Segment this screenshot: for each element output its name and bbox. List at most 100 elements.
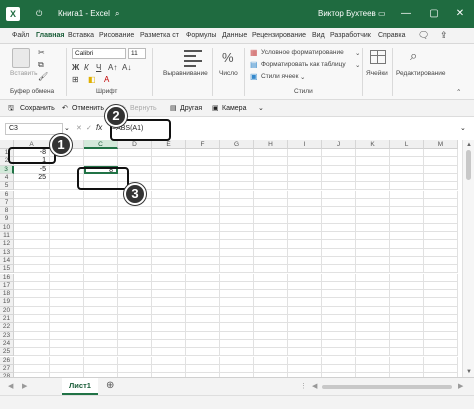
cell-m26[interactable] — [424, 356, 458, 365]
cell-l25[interactable] — [390, 348, 424, 357]
cell-b25[interactable] — [50, 348, 84, 357]
cell-m21[interactable] — [424, 315, 458, 324]
cell-e7[interactable] — [152, 198, 186, 208]
cell-l20[interactable] — [390, 306, 424, 315]
cell-l24[interactable] — [390, 339, 424, 349]
cell-c27[interactable] — [84, 364, 118, 374]
cell-k11[interactable] — [356, 232, 390, 241]
cell-c26[interactable] — [84, 356, 118, 365]
cell-a3[interactable]: -5 — [14, 165, 50, 174]
collapse-ribbon-icon[interactable]: ⌃ — [456, 88, 461, 96]
cell-d19[interactable] — [118, 298, 152, 307]
cell-a24[interactable] — [14, 339, 50, 349]
cell-l9[interactable] — [390, 215, 424, 224]
cell-a25[interactable] — [14, 348, 50, 357]
cell-b20[interactable] — [50, 306, 84, 315]
format-painter-icon[interactable]: 🖌 — [38, 72, 48, 81]
cell-h7[interactable] — [254, 198, 288, 208]
cell-j11[interactable] — [322, 232, 356, 241]
autosave-toggle-icon[interactable]: ⏻ — [36, 7, 42, 21]
cell-f1[interactable] — [186, 149, 220, 158]
cell-h3[interactable] — [254, 165, 288, 174]
cell-j1[interactable] — [322, 149, 356, 158]
cell-b11[interactable] — [50, 232, 84, 241]
cell-c19[interactable] — [84, 298, 118, 307]
cell-d12[interactable] — [118, 240, 152, 249]
cell-g18[interactable] — [220, 290, 254, 299]
cancel-icon[interactable]: ✕ — [76, 124, 82, 132]
cell-g1[interactable] — [220, 149, 254, 158]
cell-i24[interactable] — [288, 339, 322, 349]
cell-b23[interactable] — [50, 331, 84, 340]
cell-m24[interactable] — [424, 339, 458, 349]
cell-h25[interactable] — [254, 348, 288, 357]
comments-icon[interactable]: 🗨 — [418, 29, 429, 41]
cell-c22[interactable] — [84, 323, 118, 332]
cell-m16[interactable] — [424, 273, 458, 282]
cell-a4[interactable]: 25 — [14, 173, 50, 183]
cell-l11[interactable] — [390, 232, 424, 241]
cell-l22[interactable] — [390, 323, 424, 332]
cell-g2[interactable] — [220, 157, 254, 166]
cell-e9[interactable] — [152, 215, 186, 224]
cell-e16[interactable] — [152, 273, 186, 282]
cell-m22[interactable] — [424, 323, 458, 332]
scrollbar-thumb[interactable] — [466, 150, 471, 180]
row-header-18[interactable]: 18 — [0, 290, 14, 299]
cell-m1[interactable] — [424, 149, 458, 158]
cell-h22[interactable] — [254, 323, 288, 332]
cell-g26[interactable] — [220, 356, 254, 365]
cell-c13[interactable] — [84, 248, 118, 257]
vertical-scrollbar[interactable]: ▲ ▼ — [462, 140, 474, 377]
cell-f9[interactable] — [186, 215, 220, 224]
cell-f15[interactable] — [186, 265, 220, 274]
cell-f17[interactable] — [186, 281, 220, 291]
row-header-24[interactable]: 24 — [0, 339, 14, 349]
cell-k13[interactable] — [356, 248, 390, 257]
cell-a16[interactable] — [14, 273, 50, 282]
cell-e6[interactable] — [152, 190, 186, 199]
cell-f13[interactable] — [186, 248, 220, 257]
camera-button[interactable]: Камера — [222, 103, 246, 114]
tab-home[interactable]: Главная — [36, 30, 64, 42]
cell-k17[interactable] — [356, 281, 390, 291]
row-header-19[interactable]: 19 — [0, 298, 14, 307]
cell-i19[interactable] — [288, 298, 322, 307]
cell-g4[interactable] — [220, 173, 254, 183]
title-search-icon[interactable]: ⌕ — [115, 7, 119, 21]
cell-k24[interactable] — [356, 339, 390, 349]
cell-j8[interactable] — [322, 207, 356, 216]
cell-d22[interactable] — [118, 323, 152, 332]
cell-j14[interactable] — [322, 256, 356, 266]
cell-d24[interactable] — [118, 339, 152, 349]
cell-g9[interactable] — [220, 215, 254, 224]
scroll-left-icon[interactable]: ◀ — [312, 382, 317, 390]
cell-h13[interactable] — [254, 248, 288, 257]
cell-h27[interactable] — [254, 364, 288, 374]
maximize-button[interactable]: ▢ — [420, 0, 448, 28]
cell-b17[interactable] — [50, 281, 84, 291]
cell-j23[interactable] — [322, 331, 356, 340]
cell-m5[interactable] — [424, 182, 458, 191]
cell-i25[interactable] — [288, 348, 322, 357]
cell-i14[interactable] — [288, 256, 322, 266]
conditional-format-icon[interactable]: ▦ — [250, 48, 258, 57]
editing-search-icon[interactable]: ⌕ — [410, 48, 417, 64]
row-header-6[interactable]: 6 — [0, 190, 14, 199]
cell-a14[interactable] — [14, 256, 50, 266]
cell-a11[interactable] — [14, 232, 50, 241]
row-header-13[interactable]: 13 — [0, 248, 14, 257]
cell-g10[interactable] — [220, 223, 254, 232]
cell-k9[interactable] — [356, 215, 390, 224]
cell-j19[interactable] — [322, 298, 356, 307]
cell-h2[interactable] — [254, 157, 288, 166]
cell-l3[interactable] — [390, 165, 424, 174]
cell-f5[interactable] — [186, 182, 220, 191]
cell-j18[interactable] — [322, 290, 356, 299]
cell-i8[interactable] — [288, 207, 322, 216]
cell-c23[interactable] — [84, 331, 118, 340]
tab-page-layout[interactable]: Разметка ст — [140, 30, 179, 42]
cell-a10[interactable] — [14, 223, 50, 232]
column-header-c[interactable]: C — [84, 140, 118, 149]
cell-k6[interactable] — [356, 190, 390, 199]
